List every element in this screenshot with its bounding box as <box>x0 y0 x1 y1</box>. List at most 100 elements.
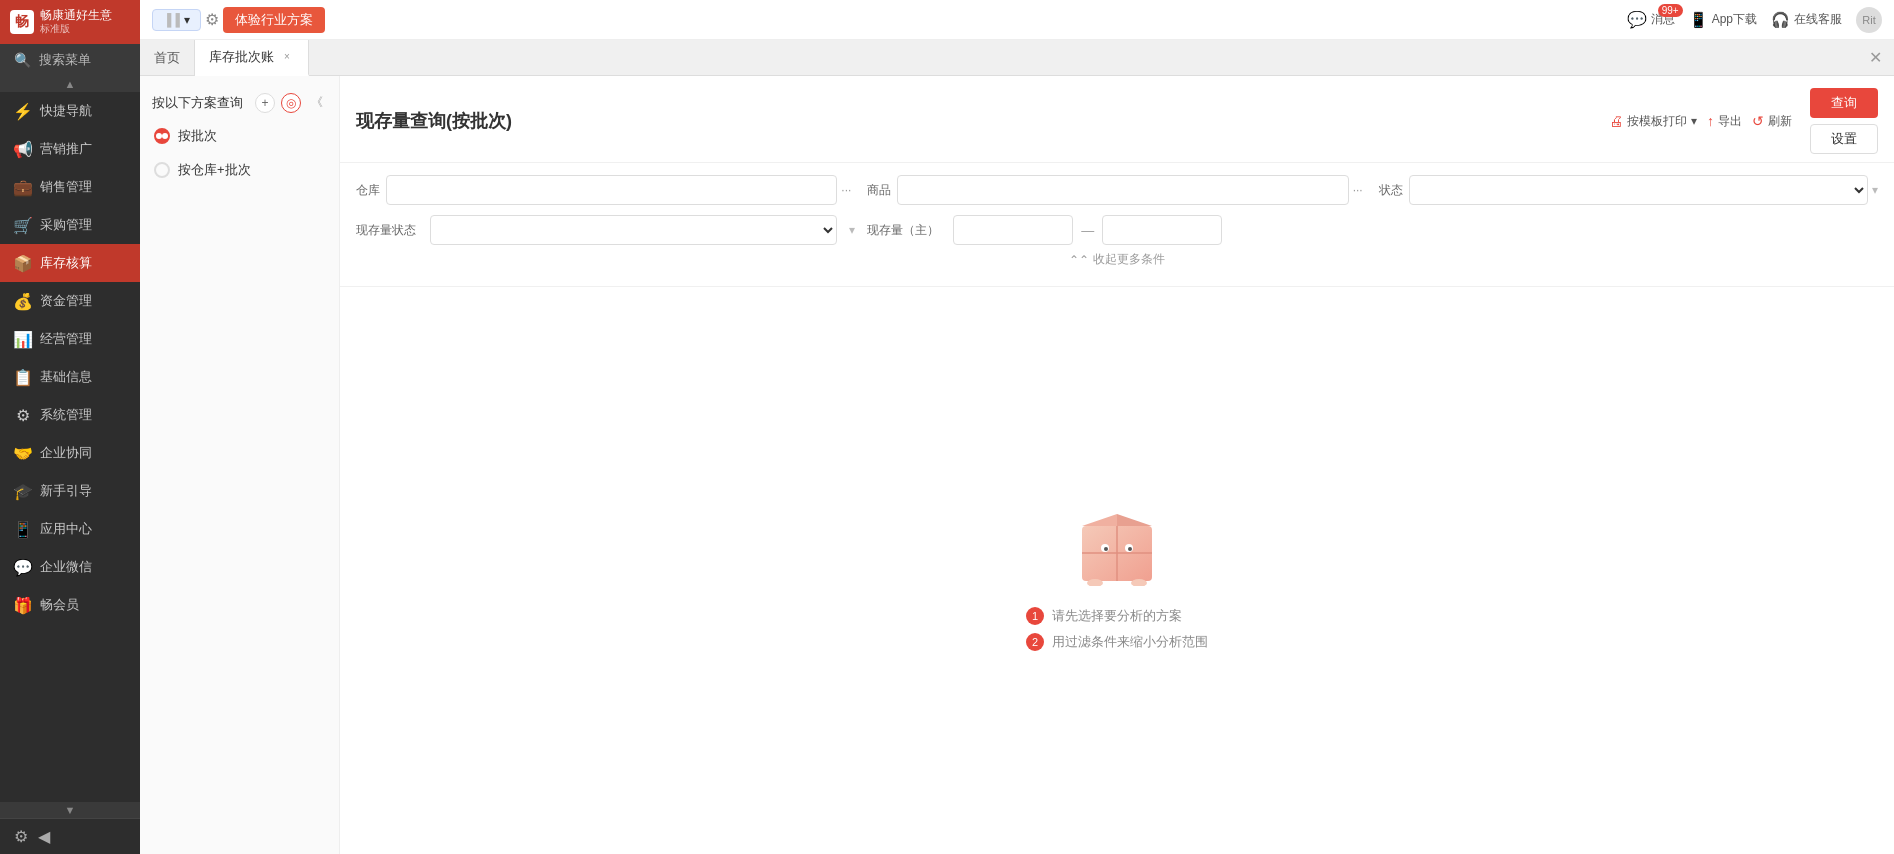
stock-status-select[interactable] <box>430 215 837 245</box>
stock-status-label: 现存量状态 <box>356 222 416 239</box>
left-panel-actions: + ◎ 《 <box>255 92 327 113</box>
stock-qty-from[interactable] <box>953 215 1073 245</box>
scheme-label-batch: 按批次 <box>178 127 217 145</box>
sidebar-item-wechat[interactable]: 💬 企业微信 <box>0 548 140 586</box>
sidebar-item-label: 资金管理 <box>40 292 92 310</box>
step-num-1: 1 <box>1026 607 1044 625</box>
sidebar-item-inventory[interactable]: 📦 库存核算 <box>0 244 140 282</box>
tab-close-btn[interactable]: × <box>280 50 294 64</box>
edition-label: 标准版 <box>40 22 112 36</box>
sidebar-item-label: 营销推广 <box>40 140 92 158</box>
status-filter: 状态 ▾ <box>1379 175 1878 205</box>
avatar-text: Rit <box>1862 14 1875 26</box>
empty-step-2: 2 用过滤条件来缩小分析范围 <box>1026 633 1208 651</box>
print-dropdown-icon: ▾ <box>1691 114 1697 128</box>
query-btn[interactable]: 查询 <box>1810 88 1878 118</box>
online-service-item[interactable]: 🎧 在线客服 <box>1771 11 1842 29</box>
tab-home[interactable]: 首页 <box>140 40 195 76</box>
sidebar-item-management[interactable]: 📊 经营管理 <box>0 320 140 358</box>
main-area: ▐▐ ▾ ⚙ 体验行业方案 💬 消息 99+ 📱 App下载 🎧 在线客服 <box>140 0 1894 854</box>
sidebar-item-purchase[interactable]: 🛒 采购管理 <box>0 206 140 244</box>
stock-qty-label: 现存量（主） <box>867 222 939 239</box>
scroll-up-btn[interactable]: ▲ <box>0 76 140 92</box>
inventory-icon: 📦 <box>14 254 32 272</box>
page-title: 现存量查询(按批次) <box>356 109 512 133</box>
add-scheme-btn[interactable]: + <box>255 93 275 113</box>
dropdown-arrow: ▾ <box>184 13 190 27</box>
scroll-down-btn[interactable]: ▼ <box>0 802 140 818</box>
sidebar-item-enterprise[interactable]: 🤝 企业协同 <box>0 434 140 472</box>
marketing-icon: 📢 <box>14 140 32 158</box>
warehouse-more-btn[interactable]: ··· <box>837 183 855 197</box>
user-info[interactable]: Rit <box>1856 7 1882 33</box>
topbar-nav: ▐▐ ▾ ⚙ 体验行业方案 <box>152 7 1619 33</box>
sidebar-item-appstore[interactable]: 📱 应用中心 <box>0 510 140 548</box>
sidebar-nav: ⚡ 快捷导航 📢 营销推广 💼 销售管理 🛒 采购管理 📦 库存核算 💰 资金管… <box>0 92 140 802</box>
sidebar-item-label: 销售管理 <box>40 178 92 196</box>
notification-item[interactable]: 💬 消息 99+ <box>1627 10 1675 29</box>
empty-box-svg <box>1067 496 1167 586</box>
stock-qty-to[interactable] <box>1102 215 1222 245</box>
empty-step-1: 1 请先选择要分析的方案 <box>1026 607 1208 625</box>
stock-status-col: 现存量状态 ▾ <box>356 215 855 245</box>
sidebar-item-guide[interactable]: 🎓 新手引导 <box>0 472 140 510</box>
sidebar-header: 畅 畅康通好生意 标准版 <box>0 0 140 44</box>
query-settings-btns: 查询 设置 <box>1802 88 1878 154</box>
experience-btn[interactable]: 体验行业方案 <box>223 7 325 33</box>
sidebar-item-members[interactable]: 🎁 畅会员 <box>0 586 140 624</box>
sidebar-item-finance[interactable]: 💰 资金管理 <box>0 282 140 320</box>
collapse-panel-btn[interactable]: 《 <box>307 92 327 113</box>
stock-qty-dash: — <box>1081 223 1094 238</box>
print-icon: 🖨 <box>1609 113 1623 129</box>
sidebar-item-label: 采购管理 <box>40 216 92 234</box>
refresh-icon: ↺ <box>1752 113 1764 129</box>
settings-gear-icon[interactable]: ⚙ <box>205 10 219 29</box>
export-btn[interactable]: ↑ 导出 <box>1707 113 1742 130</box>
sidebar-item-basic[interactable]: 📋 基础信息 <box>0 358 140 396</box>
sidebar-item-marketing[interactable]: 📢 营销推广 <box>0 130 140 168</box>
collapse-more-btn[interactable]: ⌃⌃ 收起更多条件 <box>356 245 1878 274</box>
warehouse-input[interactable] <box>386 175 837 205</box>
step-2-text: 用过滤条件来缩小分析范围 <box>1052 633 1208 651</box>
management-icon: 📊 <box>14 330 32 348</box>
topbar: ▐▐ ▾ ⚙ 体验行业方案 💬 消息 99+ 📱 App下载 🎧 在线客服 <box>140 0 1894 40</box>
collapse-sidebar-icon[interactable]: ◀ <box>38 827 50 846</box>
sidebar-item-label: 经营管理 <box>40 330 92 348</box>
sidebar-item-quick-nav[interactable]: ⚡ 快捷导航 <box>0 92 140 130</box>
phone-icon: 📱 <box>1689 11 1708 29</box>
sidebar-item-label: 库存核算 <box>40 254 92 272</box>
status-dropdown-icon: ▾ <box>1872 183 1878 197</box>
sidebar-item-label: 企业协同 <box>40 444 92 462</box>
purchase-icon: 🛒 <box>14 216 32 234</box>
sidebar-search[interactable]: 🔍 搜索菜单 <box>0 44 140 76</box>
sidebar-item-label: 快捷导航 <box>40 102 92 120</box>
product-more-btn[interactable]: ··· <box>1349 183 1367 197</box>
export-icon: ↑ <box>1707 113 1714 129</box>
stock-qty-col: 现存量（主） — <box>867 215 1366 245</box>
scheme-item-batch[interactable]: 按批次 <box>140 119 339 153</box>
sidebar-item-label: 系统管理 <box>40 406 92 424</box>
dropdown-btn[interactable]: ▐▐ ▾ <box>152 9 201 31</box>
app-download-label: App下载 <box>1712 11 1757 28</box>
home-tab-label: 首页 <box>154 49 180 67</box>
product-input[interactable] <box>897 175 1348 205</box>
tab-close-right-btn[interactable]: ✕ <box>1857 48 1894 67</box>
target-scheme-btn[interactable]: ◎ <box>281 93 301 113</box>
status-select[interactable] <box>1409 175 1868 205</box>
print-label: 按模板打印 <box>1627 113 1687 130</box>
tab-inventory-batch[interactable]: 库存批次账 × <box>195 40 309 76</box>
scheme-item-warehouse-batch[interactable]: 按仓库+批次 <box>140 153 339 187</box>
sales-icon: 💼 <box>14 178 32 196</box>
filter-row-2: 现存量状态 ▾ 现存量（主） — <box>356 215 1878 245</box>
print-btn[interactable]: 🖨 按模板打印 ▾ <box>1609 113 1697 130</box>
sidebar-item-sales[interactable]: 💼 销售管理 <box>0 168 140 206</box>
sidebar-item-system[interactable]: ⚙ 系统管理 <box>0 396 140 434</box>
app-download-item[interactable]: 📱 App下载 <box>1689 11 1757 29</box>
settings-btn[interactable]: 设置 <box>1810 124 1878 154</box>
sidebar-title-group: 畅康通好生意 标准版 <box>40 8 112 36</box>
tabbar: 首页 库存批次账 × ✕ <box>140 40 1894 76</box>
company-name: 畅康通好生意 <box>40 8 112 22</box>
settings-icon[interactable]: ⚙ <box>14 827 28 846</box>
warehouse-filter: 仓库 ··· <box>356 175 855 205</box>
refresh-btn[interactable]: ↺ 刷新 <box>1752 113 1792 130</box>
